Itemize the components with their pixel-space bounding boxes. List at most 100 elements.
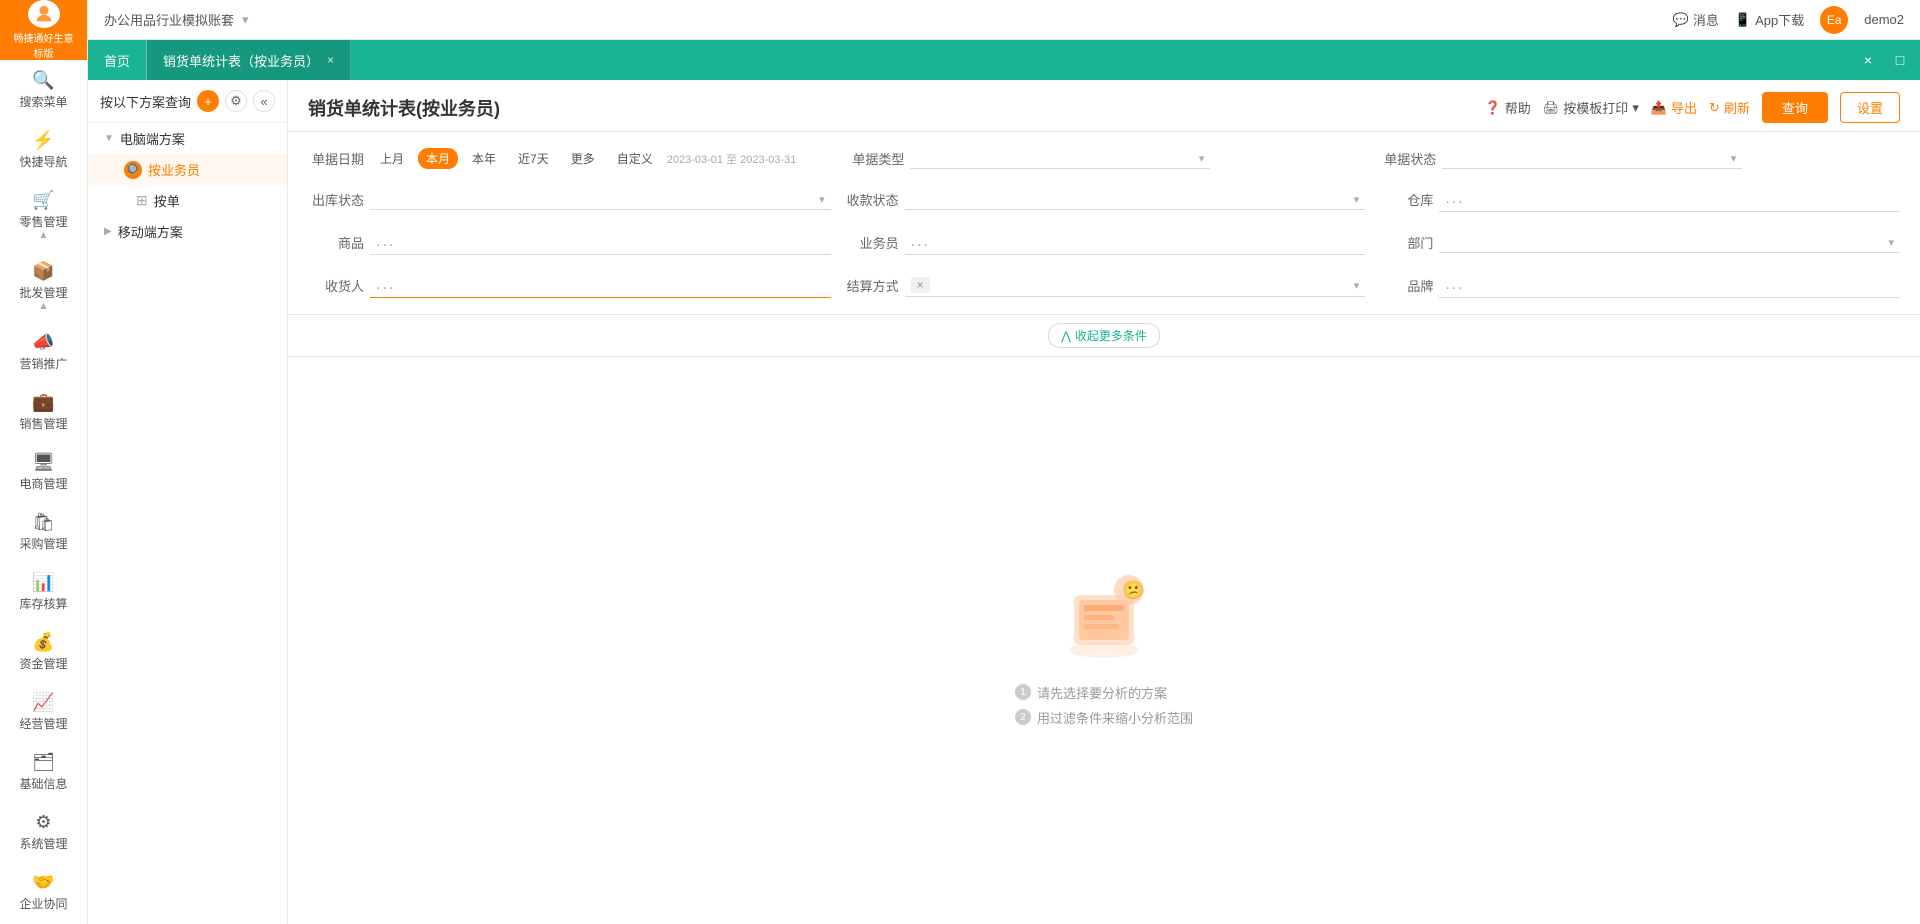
app-download-btn[interactable]: 📱 App下载 [1735, 10, 1804, 29]
settings-btn[interactable]: 设置 [1840, 92, 1900, 123]
receiver-input[interactable]: ... [370, 273, 831, 298]
app-logo[interactable]: 畅捷通好生意 标版 [0, 0, 88, 60]
doc-type-dropdown[interactable]: ▾ [910, 149, 1210, 169]
sidebar-item-purchase[interactable]: 🛍 采购管理 [0, 502, 87, 562]
tree-pc-section[interactable]: ▼ 电脑端方案 [88, 123, 287, 154]
user-name: demo2 [1864, 12, 1904, 27]
avatar-text: Ea [1827, 13, 1842, 27]
tree-salesperson-label: 按业务员 [148, 160, 200, 179]
collapse-icon: « [260, 94, 267, 109]
date-tab-custom[interactable]: 自定义 [609, 148, 661, 169]
warehouse-input[interactable]: ... [1439, 187, 1900, 212]
date-tabs: 上月 本月 本年 近7天 更多 自定义 2023-03-01 至 2023-03… [372, 148, 796, 169]
tab-home-label: 首页 [104, 51, 130, 70]
settlement-tag-close[interactable]: × [917, 278, 924, 292]
add-scheme-btn[interactable]: + [197, 90, 219, 112]
tip-item-1: 1 请先选择要分析的方案 [1015, 683, 1193, 702]
product-input[interactable]: ... [370, 230, 831, 255]
avatar[interactable]: Ea [1820, 6, 1848, 34]
header-actions: 💬 消息 📱 App下载 Ea demo2 [1673, 6, 1904, 34]
sidebar-item-inventory[interactable]: 📊 库存核算 [0, 562, 87, 622]
tab-close-btn[interactable]: × [327, 53, 334, 67]
collapse-btn[interactable]: ⋀ 收起更多条件 [1048, 323, 1160, 348]
filter-settlement-cell: 结算方式 × ▾ [843, 270, 1366, 301]
main-area: 办公用品行业模拟账套 ▾ 💬 消息 📱 App下载 Ea demo2 首页 销货… [88, 0, 1920, 924]
receiver-label: 收货人 [308, 276, 364, 295]
date-tab-this-year[interactable]: 本年 [464, 148, 504, 169]
tree-mobile-section[interactable]: ▶ 移动端方案 [88, 216, 287, 247]
brand-input[interactable]: ... [1439, 273, 1900, 298]
operations-icon: 📈 [32, 692, 54, 713]
date-tab-more[interactable]: 更多 [563, 148, 603, 169]
salesperson-icon-inner: 🔘 [127, 164, 139, 175]
salesperson-label: 业务员 [843, 233, 899, 252]
top-header: 办公用品行业模拟账套 ▾ 💬 消息 📱 App下载 Ea demo2 [88, 0, 1920, 40]
payment-label: 收款状态 [843, 190, 899, 209]
tab-home[interactable]: 首页 [88, 40, 147, 80]
tab-active[interactable]: 销货单统计表（按业务员） × [147, 40, 351, 80]
doc-status-label: 单据状态 [1380, 149, 1436, 168]
date-tab-this-month[interactable]: 本月 [418, 148, 458, 169]
sidebar-item-sales[interactable]: 💼 销售管理 [0, 382, 87, 442]
sidebar-item-shortcut[interactable]: ⚡ 快捷导航 [0, 120, 87, 180]
print-btn[interactable]: 🖨 按模板打印 ▾ [1543, 98, 1639, 117]
date-range-text: 2023-03-01 至 2023-03-31 [667, 151, 797, 167]
tree-item-salesperson[interactable]: 🔘 按业务员 [88, 154, 287, 185]
sidebar-item-marketing[interactable]: 📣 营销推广 [0, 322, 87, 382]
settings-scheme-btn[interactable]: ⚙ [225, 90, 247, 112]
date-tab-recent7[interactable]: 近7天 [510, 148, 557, 169]
mobile-arrow-icon: ▶ [104, 226, 112, 237]
sidebar-item-enterprise[interactable]: 🤝 企业协同 [0, 862, 87, 922]
brand-dots: ... [1445, 276, 1464, 294]
tip-num-2: 2 [1015, 709, 1031, 725]
wholesale-arrow-icon: ▲ [39, 301, 49, 312]
refresh-btn[interactable]: ↻ 刷新 [1709, 98, 1750, 117]
sidebar-base-label: 基础信息 [19, 775, 67, 792]
brand-label: 品牌 [1377, 276, 1433, 295]
sidebar-enterprise-label: 企业协同 [19, 895, 67, 912]
sidebar-item-base[interactable]: 🗂 基础信息 [0, 742, 87, 802]
refresh-label: 刷新 [1724, 98, 1750, 117]
sidebar-item-ecommerce[interactable]: 🖥 电商管理 [0, 442, 87, 502]
sidebar-item-system[interactable]: ⚙ 系统管理 [0, 802, 87, 862]
tree-item-by-order[interactable]: ⊞ 按单 [88, 185, 287, 216]
collapse-panel-btn[interactable]: « [253, 90, 275, 112]
sidebar-item-retail[interactable]: 🛒 零售管理 ▲ [0, 180, 87, 251]
sidebar-wholesale-label: 批发管理 [19, 284, 67, 301]
settlement-arrow-icon: ▾ [1354, 279, 1360, 292]
sidebar-item-search[interactable]: 🔍 搜索菜单 [0, 60, 87, 120]
outbound-dropdown[interactable]: ▾ [370, 190, 831, 210]
ecommerce-icon: 🖥 [32, 452, 55, 473]
doc-status-dropdown[interactable]: ▾ [1442, 149, 1742, 169]
sidebar-system-label: 系统管理 [19, 835, 67, 852]
date-tab-prev-month[interactable]: 上月 [372, 148, 412, 169]
receiver-dots: ... [376, 276, 395, 294]
collapse-arrow-icon: ⋀ [1061, 329, 1071, 343]
right-panel: 销货单统计表(按业务员) ❓ 帮助 🖨 按模板打印 ▾ 📤 导出 [288, 80, 1920, 924]
export-btn[interactable]: 📤 导出 [1651, 98, 1697, 117]
sidebar-item-wholesale[interactable]: 📦 批发管理 ▲ [0, 251, 87, 322]
message-btn[interactable]: 💬 消息 [1673, 10, 1719, 29]
sidebar-item-finance[interactable]: 💰 资金管理 [0, 622, 87, 682]
salesperson-input[interactable]: ... [905, 230, 1366, 255]
query-btn[interactable]: 查询 [1762, 92, 1828, 123]
empty-state: 😕 1 请先选择要分析的方案 2 用过滤条件来缩小分析范围 [288, 357, 1920, 924]
filter-doc-status-cell: 单据状态 ▾ [1380, 145, 1900, 173]
help-label: 帮助 [1505, 98, 1531, 117]
filter-payment-cell: 收款状态 ▾ [843, 186, 1366, 214]
filter-brand-cell: 品牌 ... [1377, 269, 1900, 302]
empty-illustration: 😕 [1044, 555, 1164, 675]
maximize-icon: □ [1896, 52, 1904, 68]
settlement-dropdown[interactable]: × ▾ [905, 274, 1366, 297]
tab-maximize-btn[interactable]: □ [1888, 48, 1912, 72]
print-arrow-icon: ▾ [1632, 100, 1639, 116]
product-dots: ... [376, 233, 395, 251]
tip-item-2: 2 用过滤条件来缩小分析范围 [1015, 708, 1193, 727]
help-btn[interactable]: ❓ 帮助 [1485, 98, 1531, 117]
payment-dropdown[interactable]: ▾ [905, 190, 1366, 210]
tab-minimize-btn[interactable]: × [1856, 48, 1880, 72]
filter-receiver-cell: 收货人 ... [308, 269, 831, 302]
purchase-icon: 🛍 [32, 512, 55, 533]
department-dropdown[interactable]: ▾ [1439, 233, 1900, 253]
sidebar-item-operations[interactable]: 📈 经营管理 [0, 682, 87, 742]
